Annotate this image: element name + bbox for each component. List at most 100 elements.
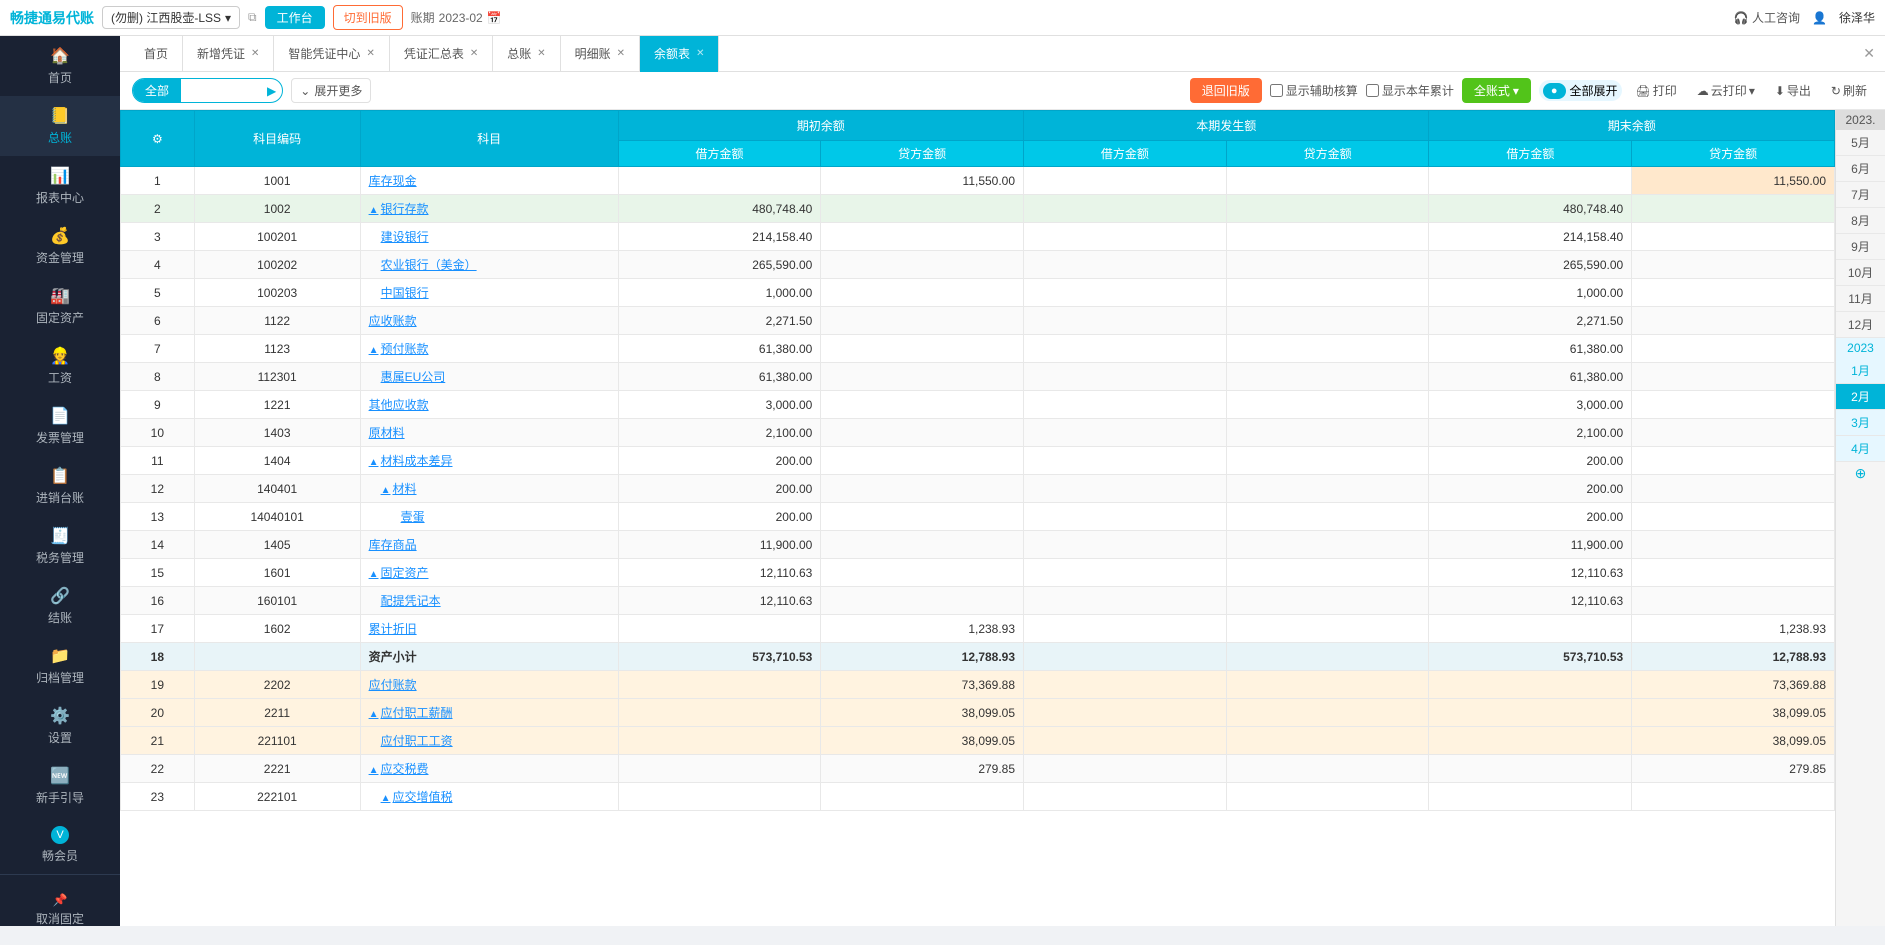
row-cp-debit [1024,587,1227,615]
cal-month-2[interactable]: 2月 [1836,384,1885,410]
show-ytd-checkbox[interactable]: 显示本年累计 [1366,82,1454,99]
user-avatar[interactable]: 👤 [1812,11,1827,25]
account-name-link[interactable]: 配提凭记本 [381,594,441,608]
full-style-button[interactable]: 全账式 ▾ [1462,78,1531,103]
account-name-link[interactable]: 应付账款 [369,678,417,692]
cal-month-5[interactable]: 5月 [1836,130,1885,156]
tab-balance[interactable]: 余额表 ✕ [640,36,719,72]
cal-month-7[interactable]: 7月 [1836,182,1885,208]
tab-detail-ledger-close[interactable]: ✕ [617,48,625,59]
account-name-link[interactable]: 惠属EU公司 [381,370,446,384]
tab-detail-ledger[interactable]: 明细账 ✕ [561,36,640,72]
row-cp-debit [1024,503,1227,531]
sidebar-item-tax[interactable]: 🧾 税务管理 [0,516,120,576]
cal-month-11[interactable]: 11月 [1836,286,1885,312]
cal-month-6[interactable]: 6月 [1836,156,1885,182]
sidebar-item-home[interactable]: 🏠 首页 [0,36,120,96]
refresh-button[interactable]: ↻ 刷新 [1825,79,1873,102]
workbench-button[interactable]: 工作台 [265,6,325,29]
unpin-button[interactable]: 📌 取消固定 [0,883,120,937]
tab-balance-close[interactable]: ✕ [696,48,704,59]
cal-month-3[interactable]: 3月 [1836,410,1885,436]
calendar-icon[interactable]: 📅 [487,11,502,25]
row-cp-credit [1226,643,1429,671]
sidebar-item-invoice[interactable]: 📄 发票管理 [0,396,120,456]
pin-icon: 📌 [53,893,68,907]
tab-new-voucher[interactable]: 新增凭证 ✕ [183,36,274,72]
tab-general-ledger[interactable]: 总账 ✕ [493,36,560,72]
sidebar-item-assets[interactable]: 🏭 固定资产 [0,276,120,336]
account-name-link[interactable]: 应收账款 [369,314,417,328]
account-name-link[interactable]: 应付职工工资 [381,734,453,748]
account-name-link[interactable]: 农业银行（美金） [381,258,477,272]
expand-more-button[interactable]: ⌄ 展开更多 [291,78,371,103]
cal-expand-icon[interactable]: ⊕ [1836,462,1885,485]
balance-table: ⚙ 科目编码 科目 期初余额 本期发生额 期末余额 借方金额 贷方金额 借方金额… [120,110,1835,811]
sidebar-item-sales[interactable]: 📋 进销台账 [0,456,120,516]
print-button[interactable]: 🖨 打印 [1630,79,1683,102]
account-name-link[interactable]: ▲应付职工薪酬 [369,706,453,720]
cal-month-4[interactable]: 4月 [1836,436,1885,462]
tab-home[interactable]: 首页 [130,36,183,72]
sidebar-item-ledger[interactable]: 📒 总账 [0,96,120,156]
close-all-tabs[interactable]: ✕ [1863,45,1875,62]
account-name-link[interactable]: 原材料 [369,426,405,440]
account-name-link[interactable]: ▲应交增值税 [381,790,453,804]
row-cp-debit [1024,335,1227,363]
return-old-button[interactable]: 退回旧版 [1190,78,1262,103]
row-pe-debit: 3,000.00 [1429,391,1632,419]
sidebar-item-settings[interactable]: ⚙️ 设置 [0,696,120,756]
sidebar-item-guide[interactable]: 🆕 新手引导 [0,756,120,816]
ai-consult[interactable]: 🎧 人工咨询 [1734,9,1800,26]
cal-month-12[interactable]: 12月 [1836,312,1885,338]
account-name-link[interactable]: 库存现金 [369,174,417,188]
account-name-link[interactable]: 库存商品 [369,538,417,552]
company-selector[interactable]: (勿删) 江西股壶-LSS ▾ [102,6,240,29]
filter-arrow-icon[interactable]: ▶ [261,81,282,101]
toggle-on[interactable]: ● [1543,83,1566,99]
show-aux-checkbox[interactable]: 显示辅助核算 [1270,82,1358,99]
sidebar-item-archive[interactable]: 📁 归档管理 [0,636,120,696]
sidebar-item-close[interactable]: 🔗 结账 [0,576,120,636]
row-cp-credit [1226,195,1429,223]
account-name-link[interactable]: 其他应收款 [369,398,429,412]
cal-year-prev[interactable]: 2023. [1836,110,1885,130]
tab-home-label: 首页 [144,45,168,62]
th-settings[interactable]: ⚙ [121,111,195,167]
row-ps-credit [821,587,1024,615]
account-name-link[interactable]: 累计折旧 [369,622,417,636]
row-no: 17 [121,615,195,643]
row-ps-debit: 200.00 [618,447,821,475]
account-name-link[interactable]: 壹蛋 [401,510,425,524]
export-button[interactable]: ⬇ 导出 [1769,79,1817,102]
account-name-link[interactable]: ▲固定资产 [369,566,429,580]
cal-year-curr[interactable]: 2023 [1836,338,1885,358]
account-name-link[interactable]: ▲材料成本差异 [369,454,453,468]
sidebar-item-report[interactable]: 📊 报表中心 [0,156,120,216]
tab-voucher-summary-close[interactable]: ✕ [470,48,478,59]
cal-month-1[interactable]: 1月 [1836,358,1885,384]
account-name-link[interactable]: ▲材料 [381,482,417,496]
cal-month-8[interactable]: 8月 [1836,208,1885,234]
cal-month-9[interactable]: 9月 [1836,234,1885,260]
sidebar-item-member[interactable]: V 畅会员 [0,816,120,874]
tab-smart-voucher[interactable]: 智能凭证中心 ✕ [274,36,389,72]
copy-icon[interactable]: ⧉ [248,10,257,25]
account-name-link[interactable]: 中国银行 [381,286,429,300]
account-name-link[interactable]: ▲应交税费 [369,762,429,776]
sidebar-item-fund[interactable]: 💰 资金管理 [0,216,120,276]
cal-month-10[interactable]: 10月 [1836,260,1885,286]
account-name-link[interactable]: ▲预付账款 [369,342,429,356]
tab-new-voucher-close[interactable]: ✕ [251,48,259,59]
row-cp-credit [1226,447,1429,475]
tab-smart-voucher-close[interactable]: ✕ [366,48,374,59]
account-name-link[interactable]: 建设银行 [381,230,429,244]
account-name-link[interactable]: ▲银行存款 [369,202,429,216]
tab-voucher-summary[interactable]: 凭证汇总表 ✕ [390,36,493,72]
filter-input[interactable] [181,81,261,101]
sidebar-item-payroll[interactable]: 👷 工资 [0,336,120,396]
tab-general-ledger-close[interactable]: ✕ [537,48,545,59]
cloud-print-button[interactable]: ☁ 云打印 ▾ [1691,79,1761,102]
switch-old-button[interactable]: 切到旧版 [333,5,403,30]
filter-all-button[interactable]: 全部 [133,79,181,102]
